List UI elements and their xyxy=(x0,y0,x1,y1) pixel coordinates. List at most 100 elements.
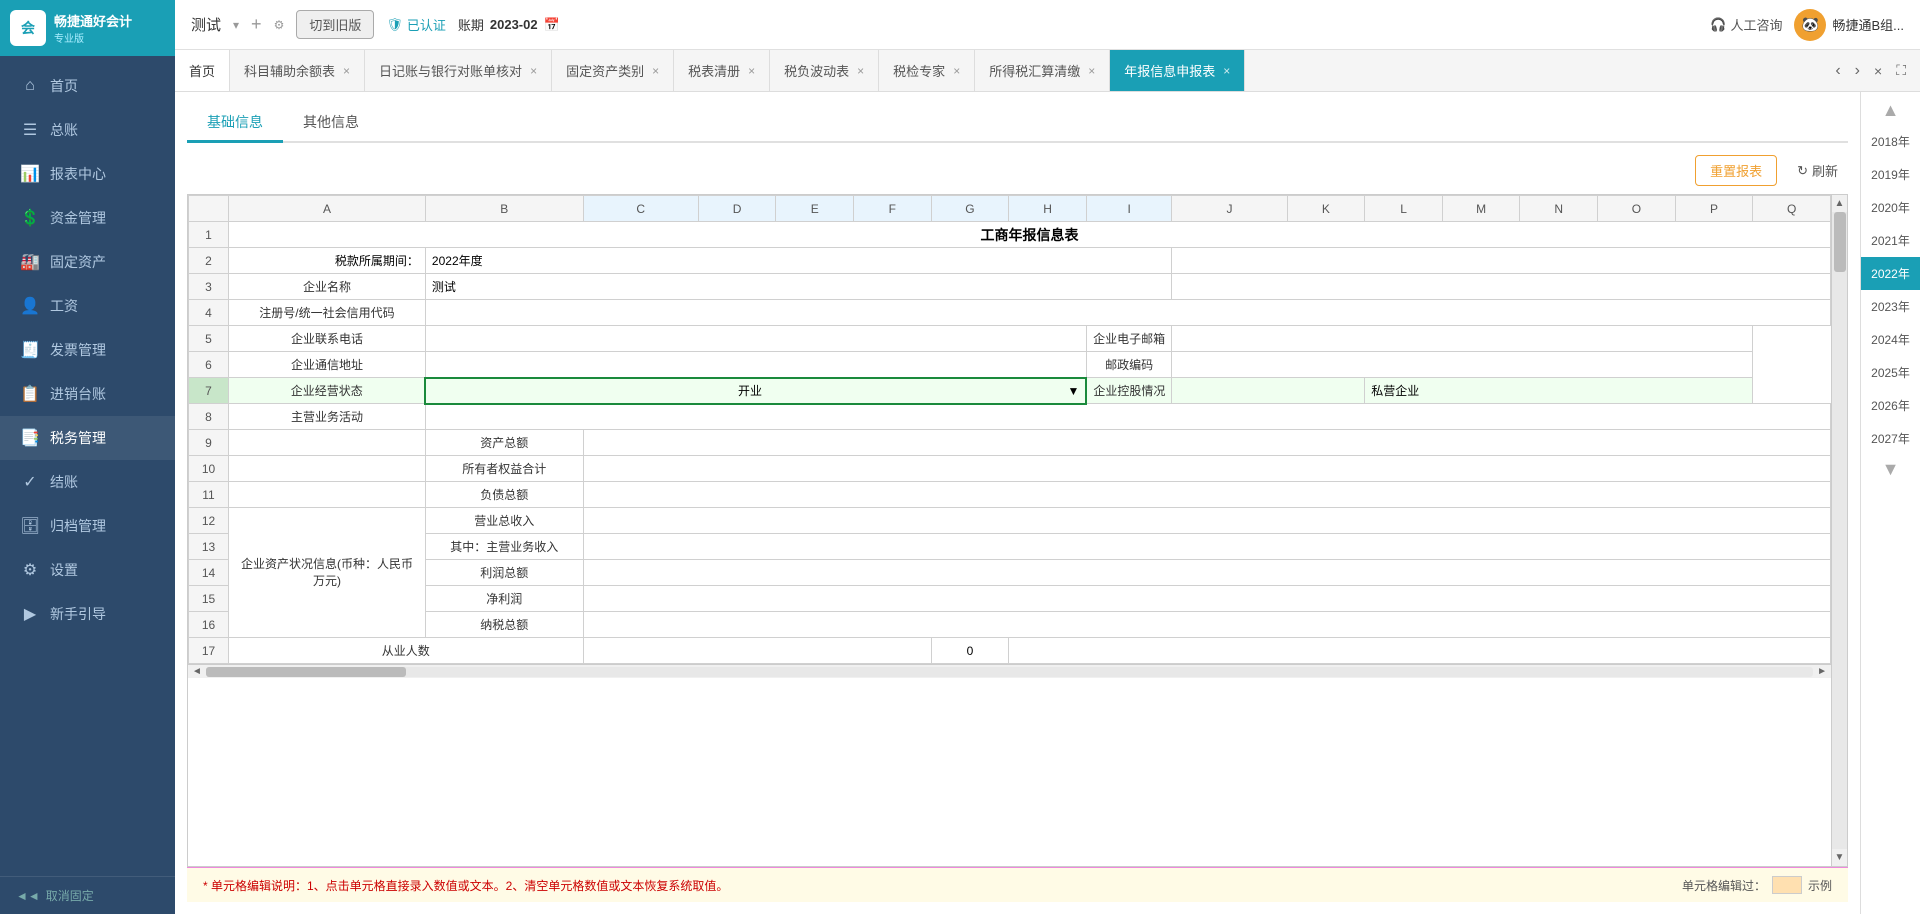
cell-G17[interactable]: 0 xyxy=(931,638,1009,664)
vertical-scrollbar[interactable]: ▲ ▼ xyxy=(1831,195,1847,866)
tab-income-tax[interactable]: 所得税汇算清缴× xyxy=(975,50,1110,92)
cell-K7[interactable] xyxy=(1172,378,1365,404)
year-up-btn[interactable]: ▲ xyxy=(1878,96,1904,125)
tab-fixed-assets-type[interactable]: 固定资产类别× xyxy=(552,50,674,92)
cell-C14[interactable] xyxy=(583,560,1830,586)
tab-tax-fluctuation[interactable]: 税负波动表× xyxy=(770,50,879,92)
dropdown-arrow-icon[interactable]: ▼ xyxy=(1067,384,1079,398)
col-P[interactable]: P xyxy=(1675,196,1753,222)
year-down-btn[interactable]: ▼ xyxy=(1878,455,1904,484)
cell-A4[interactable]: 注册号/统一社会信用代码 xyxy=(229,300,426,326)
tab-home[interactable]: 首页 xyxy=(175,50,230,92)
close-tab-tax-expert[interactable]: × xyxy=(953,64,960,78)
cell-B5[interactable] xyxy=(425,326,1086,352)
topbar-gear-icon[interactable]: ⚙ xyxy=(274,18,285,32)
close-tab-tax-sched[interactable]: × xyxy=(748,64,755,78)
tab-journal-bank[interactable]: 日记账与银行对账单核对× xyxy=(365,50,552,92)
support-btn[interactable]: 🎧 人工咨询 xyxy=(1710,15,1782,34)
vscroll-track[interactable] xyxy=(1832,212,1847,849)
title-cell[interactable]: 工商年报信息表 xyxy=(229,222,1831,248)
spreadsheet-scroll[interactable]: A B C D E F G H I J K L xyxy=(188,195,1831,866)
cell-B8[interactable] xyxy=(425,404,1830,430)
scroll-right-btn[interactable]: ► xyxy=(1813,666,1831,677)
close-tab-tax-fluct[interactable]: × xyxy=(857,64,864,78)
col-I[interactable]: I xyxy=(1086,196,1172,222)
calendar-icon[interactable]: 📅 xyxy=(544,17,560,33)
close-tab-fixed[interactable]: × xyxy=(652,64,659,78)
close-tab-subject[interactable]: × xyxy=(343,64,350,78)
col-C[interactable]: C xyxy=(583,196,698,222)
cell-B11[interactable]: 负债总额 xyxy=(425,482,583,508)
col-B[interactable]: B xyxy=(425,196,583,222)
cell-J5[interactable]: 企业电子邮箱 xyxy=(1086,326,1172,352)
sidebar-item-ledger[interactable]: ☰总账 xyxy=(0,108,175,152)
cell-B14[interactable]: 利润总额 xyxy=(425,560,583,586)
cell-C16[interactable] xyxy=(583,612,1830,638)
scroll-left-btn[interactable]: ◄ xyxy=(188,666,206,677)
cell-C15[interactable] xyxy=(583,586,1830,612)
cell-K6[interactable] xyxy=(1172,352,1753,378)
cell-B13[interactable]: 其中：主营业务收入 xyxy=(425,534,583,560)
cell-B2[interactable]: 2022年度 xyxy=(425,248,1171,274)
cell-A6[interactable]: 企业通信地址 xyxy=(229,352,426,378)
sidebar-item-trade[interactable]: 📋进销台账 xyxy=(0,372,175,416)
year-2018[interactable]: 2018年 xyxy=(1861,125,1920,158)
topbar-dropdown-arrow[interactable]: ▾ xyxy=(233,18,239,32)
tab-annual-report[interactable]: 年报信息申报表× xyxy=(1110,50,1245,92)
topbar-add-btn[interactable]: + xyxy=(251,14,262,35)
cell-B16[interactable]: 纳税总额 xyxy=(425,612,583,638)
sidebar-item-archive[interactable]: 🗄归档管理 xyxy=(0,504,175,548)
cell-C17[interactable] xyxy=(583,638,931,664)
switch-old-version-btn[interactable]: 切到旧版 xyxy=(296,10,374,39)
year-2023[interactable]: 2023年 xyxy=(1861,290,1920,323)
cell-A8[interactable]: 主营业务活动 xyxy=(229,404,426,430)
sidebar-collapse-btn[interactable]: ◄◄ 取消固定 xyxy=(0,876,175,914)
year-2026[interactable]: 2026年 xyxy=(1861,389,1920,422)
cell-A5[interactable]: 企业联系电话 xyxy=(229,326,426,352)
cell-B9[interactable]: 资产总额 xyxy=(425,430,583,456)
cell-A17[interactable]: 从业人数 xyxy=(229,638,584,664)
sidebar-item-settings[interactable]: ⚙设置 xyxy=(0,548,175,592)
sidebar-item-funds[interactable]: 💲资金管理 xyxy=(0,196,175,240)
cell-H17[interactable] xyxy=(1009,638,1831,664)
year-2024[interactable]: 2024年 xyxy=(1861,323,1920,356)
col-O[interactable]: O xyxy=(1598,196,1676,222)
scroll-up-btn[interactable]: ▲ xyxy=(1832,195,1847,212)
sidebar-item-reports[interactable]: 📊报表中心 xyxy=(0,152,175,196)
cell-M7[interactable]: 私营企业 xyxy=(1365,378,1753,404)
col-G[interactable]: G xyxy=(931,196,1009,222)
vscroll-thumb[interactable] xyxy=(1834,212,1846,272)
close-all-tabs-btn[interactable]: × xyxy=(1868,61,1888,81)
cell-K5[interactable] xyxy=(1172,326,1753,352)
col-A[interactable]: A xyxy=(229,196,426,222)
reset-report-btn[interactable]: 重置报表 xyxy=(1695,155,1777,186)
sidebar-item-salary[interactable]: 👤工资 xyxy=(0,284,175,328)
col-Q[interactable]: Q xyxy=(1753,196,1831,222)
refresh-btn[interactable]: ↻ 刷新 xyxy=(1787,155,1848,186)
col-E[interactable]: E xyxy=(776,196,854,222)
year-2021[interactable]: 2021年 xyxy=(1861,224,1920,257)
cell-C13[interactable] xyxy=(583,534,1830,560)
cell-B6[interactable] xyxy=(425,352,1086,378)
year-2019[interactable]: 2019年 xyxy=(1861,158,1920,191)
scroll-down-btn[interactable]: ▼ xyxy=(1832,849,1847,866)
col-K[interactable]: K xyxy=(1287,196,1365,222)
cell-C11[interactable] xyxy=(583,482,1830,508)
cell-B12[interactable]: 营业总收入 xyxy=(425,508,583,534)
sidebar-item-assets[interactable]: 🏭固定资产 xyxy=(0,240,175,284)
year-2025[interactable]: 2025年 xyxy=(1861,356,1920,389)
cell-C9[interactable] xyxy=(583,430,1830,456)
expand-btn[interactable]: ⛶ xyxy=(1890,60,1912,81)
year-2020[interactable]: 2020年 xyxy=(1861,191,1920,224)
tab-tax-schedule[interactable]: 税表清册× xyxy=(674,50,770,92)
hscroll-track[interactable] xyxy=(206,667,1813,677)
sidebar-item-tax[interactable]: 📑税务管理 xyxy=(0,416,175,460)
tab-subject-balance[interactable]: 科目辅助余额表× xyxy=(230,50,365,92)
sidebar-item-guide[interactable]: ▶新手引导 xyxy=(0,592,175,636)
cell-A12-merged[interactable]: 企业资产状况信息(币种：人民币万元) xyxy=(229,508,426,638)
user-menu-btn[interactable]: 🐼 畅捷通B组... xyxy=(1794,9,1904,41)
col-D[interactable]: D xyxy=(698,196,776,222)
cell-A2[interactable]: 税款所属期间： xyxy=(229,248,426,274)
sub-tab-basic[interactable]: 基础信息 xyxy=(187,104,283,143)
sidebar-item-invoice[interactable]: 🧾发票管理 xyxy=(0,328,175,372)
